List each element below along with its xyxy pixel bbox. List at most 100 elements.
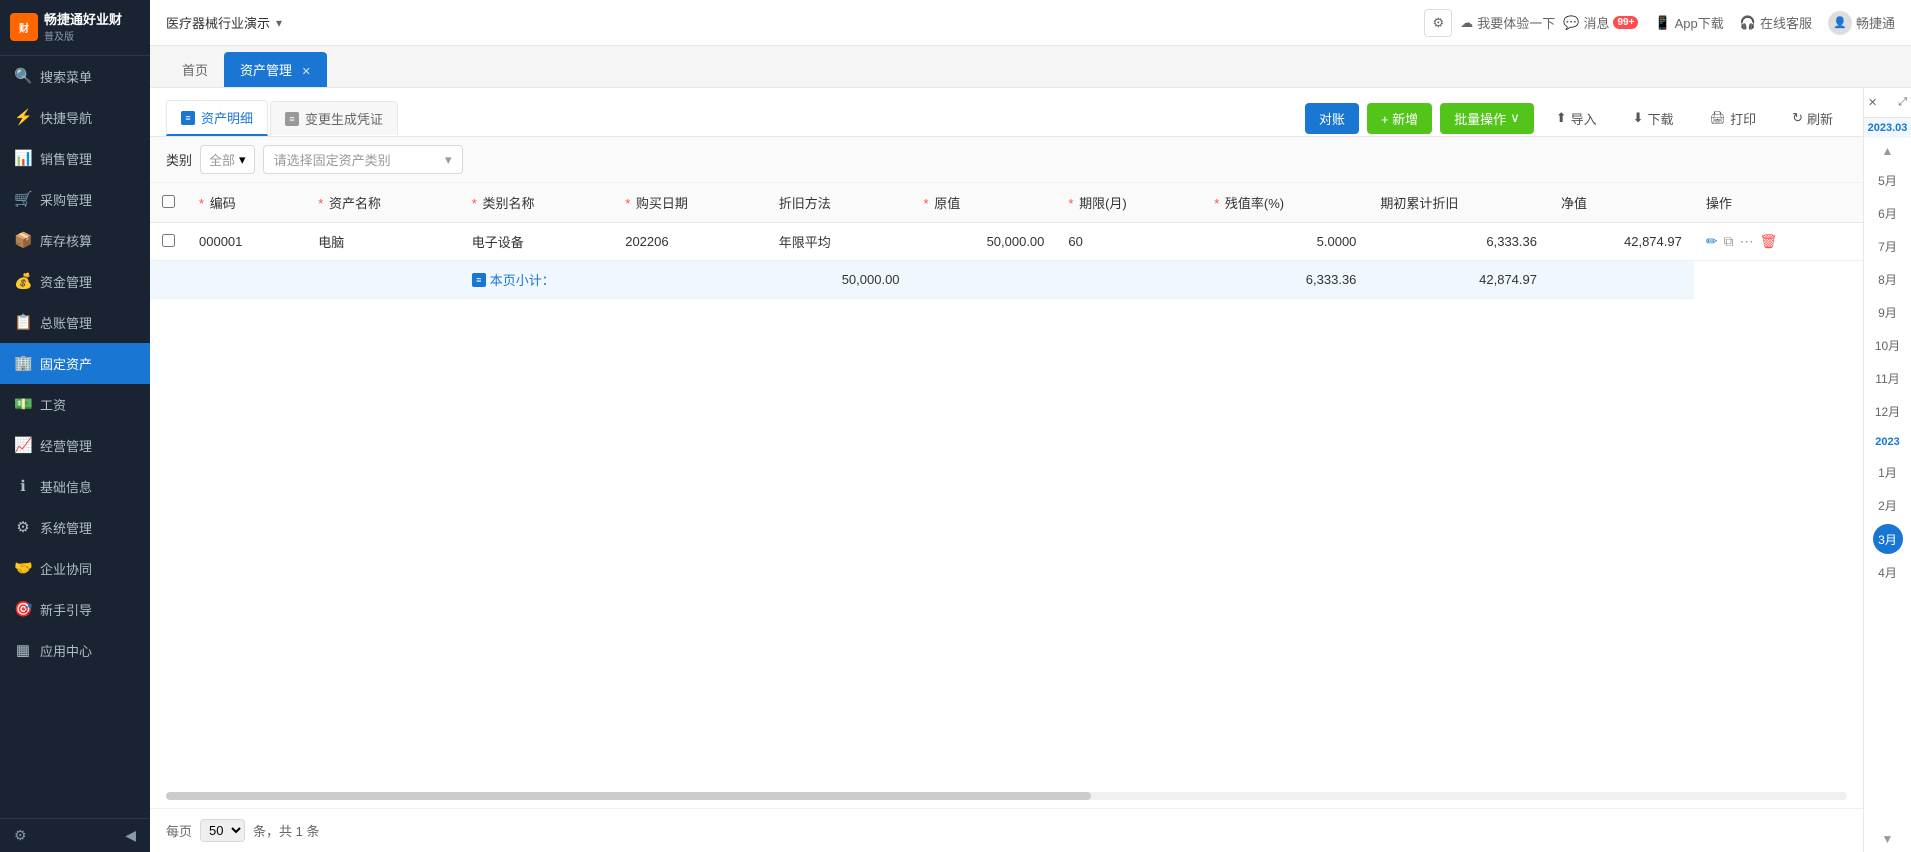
copy-icon[interactable]: ⧉ (1724, 233, 1734, 250)
month-7[interactable]: 7月 (1864, 230, 1911, 263)
subtotal-empty2 (187, 261, 306, 299)
message-item[interactable]: 💬 消息 99+ (1563, 13, 1638, 32)
right-panel-expand[interactable]: ⤢ (1898, 96, 1907, 109)
gear-button[interactable]: ⚙ (1424, 9, 1452, 37)
sidebar-item-label: 快捷导航 (40, 108, 92, 127)
sidebar-item-label: 工资 (40, 395, 66, 414)
topbar-right: 💬 消息 99+ 📱 App下载 🎧 在线客服 👤 畅捷通 (1563, 11, 1895, 35)
filter-category-input[interactable]: 请选择固定资产类别 ▾ (263, 145, 463, 174)
sidebar-item-label: 搜索菜单 (40, 67, 92, 86)
month-1[interactable]: 1月 (1864, 456, 1911, 489)
tab-asset-label: 资产管理 (240, 63, 292, 78)
sidebar-item-quicknav[interactable]: ⚡ 快捷导航 (0, 97, 150, 138)
subtotal-original: 50,000.00 (767, 261, 912, 299)
header-ops: 操作 (1694, 183, 1863, 223)
right-panel-up-arrow[interactable]: ▲ (1876, 138, 1900, 164)
sidebar-item-label: 总账管理 (40, 313, 92, 332)
tab-close-icon[interactable]: ✕ (302, 66, 311, 78)
sidebar-item-guide[interactable]: 🎯 新手引导 (0, 589, 150, 630)
month-9[interactable]: 9月 (1864, 296, 1911, 329)
sidebar-item-inventory[interactable]: 📦 库存核算 (0, 220, 150, 261)
refresh-button[interactable]: ↻ 刷新 (1778, 103, 1847, 134)
edit-icon[interactable]: ✏ (1706, 233, 1718, 250)
user-item[interactable]: 👤 畅捷通 (1828, 11, 1895, 35)
sidebar-item-payroll[interactable]: 💵 工资 (0, 384, 150, 425)
month-8[interactable]: 8月 (1864, 263, 1911, 296)
import-icon: ⬆ (1556, 110, 1567, 126)
print-button[interactable]: 🖨 打印 (1696, 103, 1771, 134)
per-page-select[interactable]: 50 (200, 819, 245, 842)
month-3-current[interactable]: 3月 (1873, 524, 1903, 554)
download-label: 下载 (1648, 109, 1674, 128)
apps-icon: ▦ (14, 641, 32, 659)
toolbar-actions: 对账 + 新增 批量操作 ∨ ⬆ 导入 ⬇ 下载 🖨 (1305, 103, 1847, 134)
sidebar-item-apps[interactable]: ▦ 应用中心 (0, 630, 150, 671)
month-10[interactable]: 10月 (1864, 329, 1911, 362)
sidebar-item-fixed-assets[interactable]: 🏢 固定资产 (0, 343, 150, 384)
row-name: 电脑 (306, 223, 459, 261)
row-checkbox[interactable] (162, 234, 175, 247)
username-label: 畅捷通 (1856, 13, 1895, 32)
duizhang-button[interactable]: 对账 (1305, 103, 1359, 134)
company-dropdown-button[interactable]: ▾ (276, 16, 282, 30)
header-checkbox[interactable] (162, 195, 175, 208)
sidebar-item-label: 企业协同 (40, 559, 92, 578)
sub-tab-asset-detail[interactable]: ≡ 资产明细 (166, 100, 268, 136)
payroll-icon: 💵 (14, 395, 32, 413)
sidebar-item-operations[interactable]: 📈 经营管理 (0, 425, 150, 466)
month-4[interactable]: 4月 (1864, 556, 1911, 589)
year-2023-label: 2023 (1864, 428, 1911, 456)
sidebar-item-funds[interactable]: 💰 资金管理 (0, 261, 150, 302)
app-download-item[interactable]: 📱 App下载 (1654, 13, 1723, 32)
right-panel-close[interactable]: ✕ (1868, 96, 1877, 109)
subtotal-accumulated: 6,333.36 (1202, 261, 1368, 299)
cloud-icon: ☁ (1460, 15, 1473, 31)
sidebar-item-enterprise[interactable]: 🤝 企业协同 (0, 548, 150, 589)
tab-home[interactable]: 首页 (166, 52, 224, 87)
total-label: 条，共 1 条 (253, 821, 319, 840)
filter-category-select[interactable]: 全部 ▾ (200, 145, 255, 174)
sidebar-item-purchase[interactable]: 🛒 采购管理 (0, 179, 150, 220)
right-panel: ✕ ⤢ 2023.03 ▲ 5月 6月 7月 8月 9月 10月 11月 12月… (1863, 88, 1911, 852)
building-icon: 🏢 (14, 354, 32, 372)
app-download-label: App下载 (1675, 13, 1724, 32)
subtotal-label: ≡ 本页小计： (472, 270, 755, 289)
download-button[interactable]: ⬇ 下载 (1619, 103, 1688, 134)
filter-row: 类别 全部 ▾ 请选择固定资产类别 ▾ (150, 137, 1863, 183)
subtotal-empty3 (306, 261, 459, 299)
month-5[interactable]: 5月 (1864, 164, 1911, 197)
delete-icon[interactable]: 🗑 (1760, 233, 1778, 250)
online-service-item[interactable]: 🎧 在线客服 (1740, 13, 1812, 32)
row-accumulated: 6,333.36 (1368, 223, 1549, 261)
sidebar-item-label: 应用中心 (40, 641, 92, 660)
month-12[interactable]: 12月 (1864, 395, 1911, 428)
subtotal-empty5 (1056, 261, 1202, 299)
month-11[interactable]: 11月 (1864, 362, 1911, 395)
refresh-icon: ↻ (1792, 110, 1803, 126)
header-buy-date: * 购买日期 (613, 183, 766, 223)
sidebar-item-label: 基础信息 (40, 477, 92, 496)
sidebar-item-label: 采购管理 (40, 190, 92, 209)
logo-subtitle: 普及版 (44, 28, 122, 43)
month-6[interactable]: 6月 (1864, 197, 1911, 230)
settings-icon[interactable]: ⚙ (14, 827, 27, 844)
tab-asset-management[interactable]: 资产管理 ✕ (224, 52, 327, 87)
sidebar-item-search[interactable]: 🔍 搜索菜单 (0, 56, 150, 97)
right-panel-down-arrow[interactable]: ▼ (1876, 826, 1900, 852)
sub-tab-voucher[interactable]: ≡ 变更生成凭证 (270, 101, 398, 135)
more-icon[interactable]: ⋯ (1740, 233, 1754, 250)
sidebar-item-sales[interactable]: 📊 销售管理 (0, 138, 150, 179)
sidebar-item-basic-info[interactable]: ℹ 基础信息 (0, 466, 150, 507)
new-button[interactable]: + 新增 (1367, 103, 1432, 134)
sidebar-item-system[interactable]: ⚙ 系统管理 (0, 507, 150, 548)
filter-category-value: 全部 (209, 150, 235, 169)
sidebar-item-ledger[interactable]: 📋 总账管理 (0, 302, 150, 343)
row-category: 电子设备 (460, 223, 613, 261)
experience-label[interactable]: 我要体验一下 (1477, 13, 1555, 32)
logo-icon: 财 (10, 13, 38, 41)
batch-button[interactable]: 批量操作 ∨ (1440, 103, 1534, 134)
table-scrollbar[interactable] (166, 792, 1847, 800)
collapse-icon[interactable]: ◀ (125, 827, 136, 844)
month-2[interactable]: 2月 (1864, 489, 1911, 522)
import-button[interactable]: ⬆ 导入 (1542, 103, 1611, 134)
